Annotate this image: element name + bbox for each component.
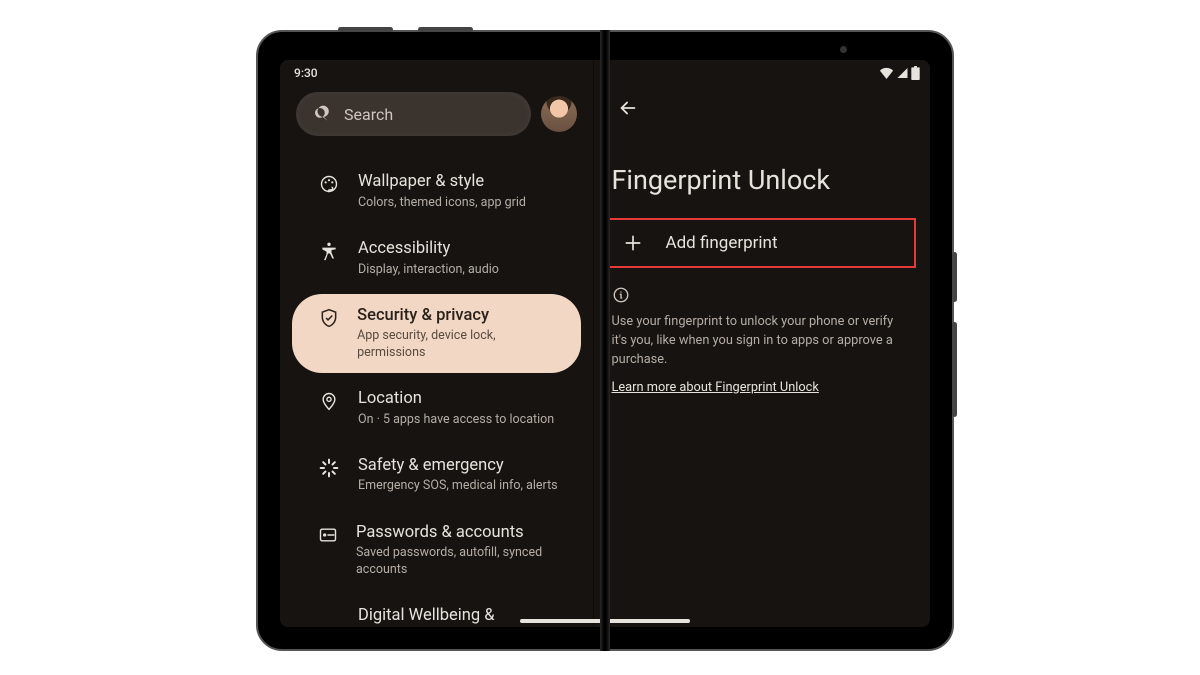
device-button [338, 27, 393, 32]
sidebar-item-safety[interactable]: Safety & emergency Emergency SOS, medica… [292, 444, 581, 507]
profile-avatar[interactable] [541, 96, 577, 132]
learn-more-link[interactable]: Learn more about Fingerprint Unlock [612, 380, 919, 395]
palette-icon [318, 172, 340, 194]
info-text: Use your fingerprint to unlock your phon… [612, 312, 911, 370]
signal-icon [896, 67, 909, 79]
sidebar-item-label: Wallpaper & style [358, 172, 526, 193]
back-button[interactable] [608, 88, 648, 128]
accessibility-icon [318, 239, 340, 261]
detail-pane: Fingerprint Unlock Add fingerprint Use y… [593, 60, 931, 627]
sidebar-item-sub: Display, interaction, audio [358, 262, 499, 278]
device-button [418, 27, 473, 32]
wellbeing-icon [318, 606, 340, 608]
front-camera [840, 46, 847, 53]
location-icon [318, 389, 340, 411]
info-icon [612, 286, 919, 304]
sidebar-item-label: Passwords & accounts [356, 523, 559, 544]
search-icon [312, 105, 330, 123]
sidebar-item-label: Safety & emergency [358, 456, 558, 477]
settings-list-pane: Search Wallpaper & style Colors, themed … [280, 60, 593, 627]
add-fingerprint-button[interactable]: Add fingerprint [606, 218, 917, 268]
battery-icon [911, 66, 920, 80]
search-placeholder: Search [344, 105, 393, 124]
device-frame: 9:30 Search [256, 30, 954, 651]
shield-icon [318, 306, 339, 328]
plus-icon [622, 232, 644, 254]
page-title: Fingerprint Unlock [612, 164, 919, 196]
emergency-icon [318, 456, 340, 478]
sidebar-item-label: Digital Wellbeing & parental [358, 606, 559, 627]
status-clock: 9:30 [294, 66, 318, 80]
sidebar-item-sub: On · 5 apps have access to location [358, 412, 554, 428]
sidebar-item-label: Location [358, 389, 554, 410]
sidebar-item-wallpaper[interactable]: Wallpaper & style Colors, themed icons, … [292, 160, 581, 223]
sidebar-item-location[interactable]: Location On · 5 apps have access to loca… [292, 377, 581, 440]
device-button [952, 322, 957, 417]
sidebar-item-security[interactable]: Security & privacy App security, device … [292, 294, 581, 373]
add-fingerprint-label: Add fingerprint [666, 233, 778, 253]
device-button [952, 252, 957, 302]
device-hinge [600, 30, 610, 651]
sidebar-item-sub: App security, device lock, permissions [357, 328, 558, 361]
sidebar-item-sub: Colors, themed icons, app grid [358, 195, 526, 211]
passwords-icon [318, 523, 338, 545]
sidebar-item-accessibility[interactable]: Accessibility Display, interaction, audi… [292, 227, 581, 290]
arrow-back-icon [617, 97, 639, 119]
search-settings-input[interactable]: Search [296, 92, 531, 136]
sidebar-item-label: Security & privacy [357, 306, 558, 327]
sidebar-item-label: Accessibility [358, 239, 499, 260]
sidebar-item-sub: Saved passwords, autofill, synced accoun… [356, 545, 559, 578]
sidebar-item-sub: Emergency SOS, medical info, alerts [358, 478, 558, 494]
wifi-icon [879, 67, 894, 79]
sidebar-item-passwords[interactable]: Passwords & accounts Saved passwords, au… [292, 511, 581, 590]
